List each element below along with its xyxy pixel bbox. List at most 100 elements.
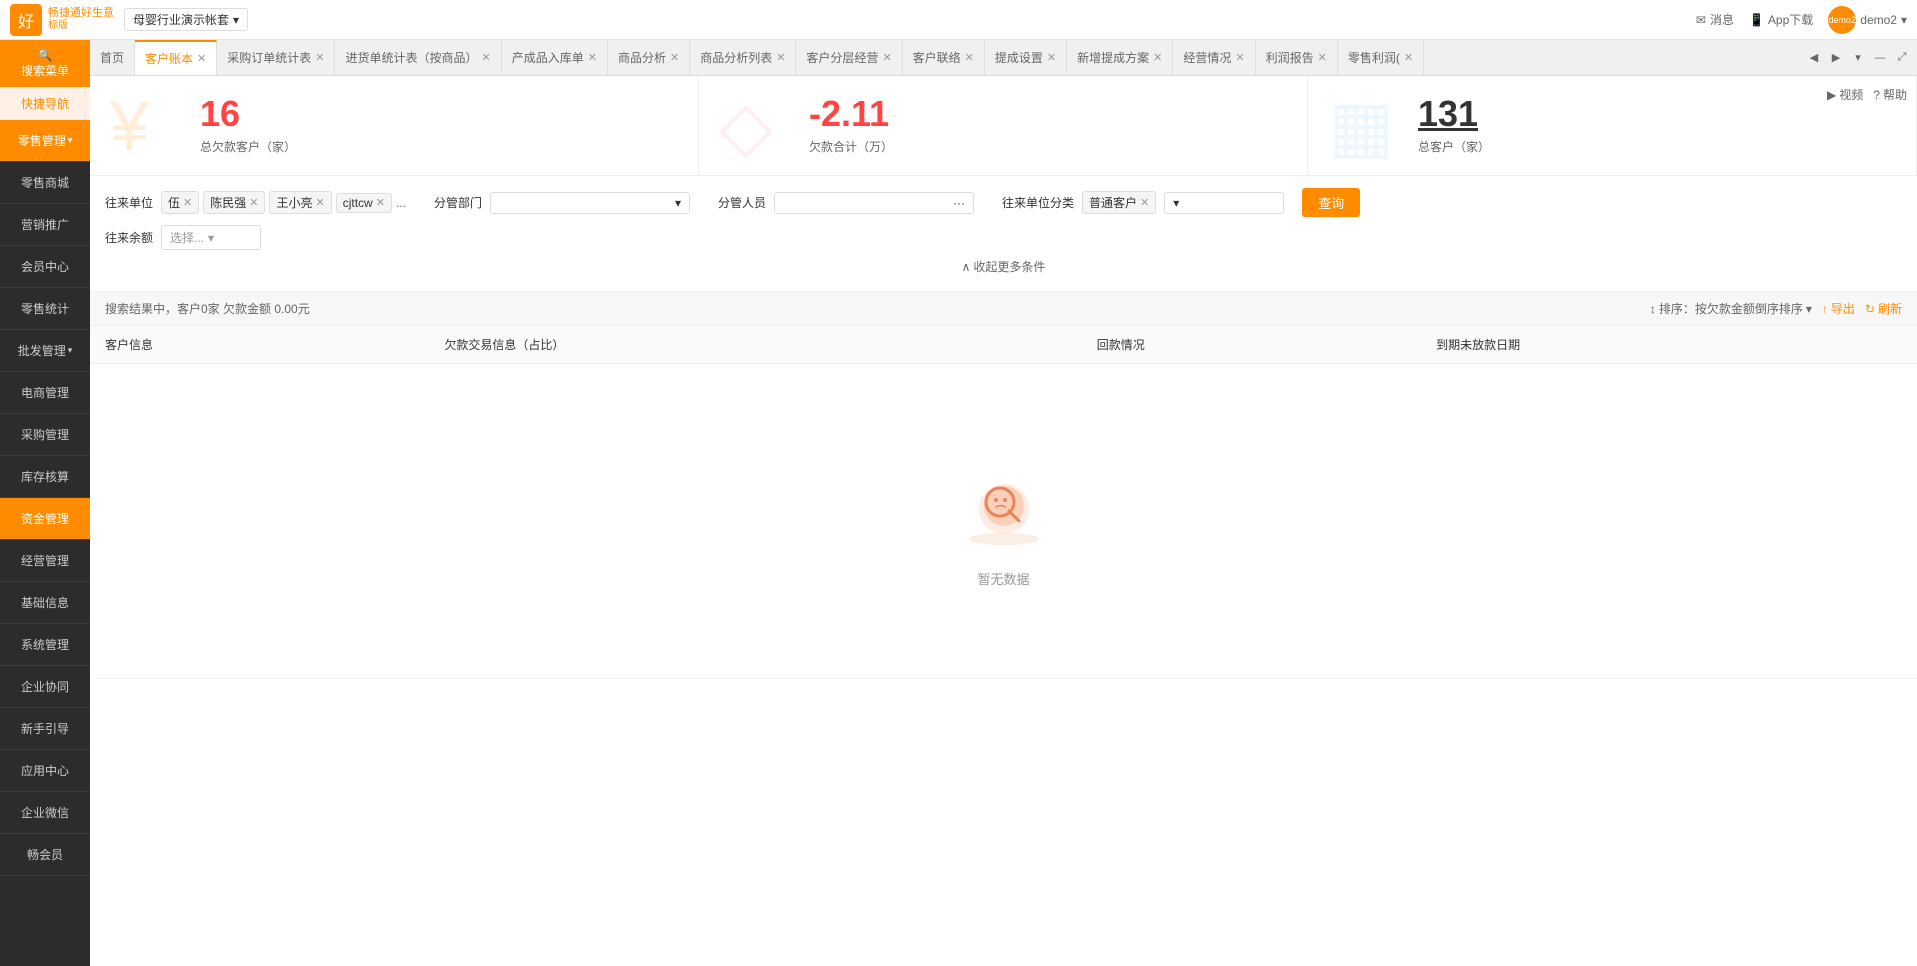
video-help-link[interactable]: ▶ 视频 xyxy=(1827,86,1863,103)
tab-bar: 首页 客户账本 ✕ 采购订单统计表 ✕ 进货单统计表（按商品） ✕ 产成品入库单… xyxy=(90,40,1917,76)
sort-selector[interactable]: ↕ 排序：按欠款金额倒序排序 ▾ xyxy=(1650,300,1812,317)
category-tag-1: 普通客户 ✕ xyxy=(1082,191,1156,214)
tab-close-icon[interactable]: ✕ xyxy=(882,51,891,64)
tab-close-icon[interactable]: ✕ xyxy=(965,51,974,64)
tab-profit-report[interactable]: 利润报告 ✕ xyxy=(1256,40,1338,76)
sidebar-item-app-center[interactable]: 应用中心 xyxy=(0,750,90,792)
sidebar-item-finance[interactable]: 资金管理 xyxy=(0,498,90,540)
stat-total-debt: ◇ -2.11 欠款合计（万） xyxy=(699,76,1308,175)
app-download-button[interactable]: 📱 App下载 xyxy=(1749,11,1813,28)
tab-product-analysis[interactable]: 商品分析 ✕ xyxy=(608,40,690,76)
person-select[interactable]: ··· xyxy=(774,192,974,214)
empty-state: 暂无数据 xyxy=(105,374,1902,668)
tab-close-icon[interactable]: ✕ xyxy=(1153,51,1162,64)
tab-product-inbound[interactable]: 产成品入库单 ✕ xyxy=(502,40,608,76)
tag-close-4[interactable]: ✕ xyxy=(376,196,385,209)
collapse-button[interactable]: ∧ 收起更多条件 xyxy=(962,258,1046,275)
tab-menu-button[interactable]: ▾ xyxy=(1848,48,1868,68)
tab-maximize-button[interactable]: ⤢ xyxy=(1892,48,1912,68)
doc-help-link[interactable]: ? 帮助 xyxy=(1873,86,1907,103)
more-options-icon: ··· xyxy=(953,196,965,210)
download-icon: 📱 xyxy=(1749,13,1764,27)
chevron-down-icon: ▾ xyxy=(208,231,214,245)
tab-customer-account[interactable]: 客户账本 ✕ xyxy=(135,40,217,76)
tab-controls: ◀ ▶ ▾ — ⤢ xyxy=(1799,48,1917,68)
sidebar-item-new-guide[interactable]: 新手引导 xyxy=(0,708,90,750)
sidebar-item-member-center[interactable]: 会员中心 xyxy=(0,246,90,288)
sidebar-item-enterprise-wechat[interactable]: 企业微信 xyxy=(0,792,90,834)
col-due-date: 到期未放款日期 xyxy=(1421,326,1917,364)
tab-close-icon[interactable]: ✕ xyxy=(1404,51,1413,64)
tab-new-promotion-plan[interactable]: 新增提成方案 ✕ xyxy=(1067,40,1173,76)
tab-next-button[interactable]: ▶ xyxy=(1826,48,1846,68)
sidebar-item-wholesale-mgmt[interactable]: 批发管理 ▾ xyxy=(0,330,90,372)
tab-close-icon[interactable]: ✕ xyxy=(315,51,324,64)
tab-home[interactable]: 首页 xyxy=(90,40,135,76)
col-repayment: 回款情况 xyxy=(1082,326,1421,364)
category-select[interactable]: ▾ xyxy=(1164,192,1284,214)
tag-close-2[interactable]: ✕ xyxy=(249,196,258,209)
more-tags-button[interactable]: ... xyxy=(396,196,406,210)
stat-total-customers: ¥ 16 总欠款客户（家） xyxy=(90,76,699,175)
tab-minimize-button[interactable]: — xyxy=(1870,48,1890,68)
balance-input[interactable]: 选择... ▾ xyxy=(161,225,261,250)
store-selector[interactable]: 母婴行业演示帐套 ▾ xyxy=(124,8,248,31)
refresh-button[interactable]: ↻ 刷新 xyxy=(1865,300,1902,317)
tab-close-icon[interactable]: ✕ xyxy=(670,51,679,64)
tab-close-icon[interactable]: ✕ xyxy=(482,51,491,64)
chevron-down-icon: ▾ xyxy=(233,13,239,27)
quick-nav[interactable]: 快捷导航 xyxy=(0,87,90,120)
tab-purchase-order-stats[interactable]: 采购订单统计表 ✕ xyxy=(217,40,335,76)
sidebar-item-ecommerce[interactable]: 电商管理 xyxy=(0,372,90,414)
chevron-icon: ▾ xyxy=(68,345,73,356)
sidebar-item-member-vip[interactable]: 畅会员 xyxy=(0,834,90,876)
sidebar-item-retail-mgmt[interactable]: 零售管理 ▾ xyxy=(0,120,90,162)
dept-select[interactable]: ▾ xyxy=(490,192,690,214)
sidebar-item-purchase[interactable]: 采购管理 xyxy=(0,414,90,456)
sidebar-item-system[interactable]: 系统管理 xyxy=(0,624,90,666)
brand-name: 畅捷通好生意 标版 xyxy=(48,7,114,32)
tab-close-icon[interactable]: ✕ xyxy=(1235,51,1244,64)
sidebar-item-retail-stats[interactable]: 零售统计 xyxy=(0,288,90,330)
category-tags: 普通客户 ✕ xyxy=(1082,191,1156,214)
sort-icon: ↕ xyxy=(1650,302,1656,316)
sidebar-item-enterprise-collab[interactable]: 企业协同 xyxy=(0,666,90,708)
dept-label: 分管部门 xyxy=(434,194,482,211)
message-button[interactable]: ✉ 消息 xyxy=(1696,11,1734,28)
tab-promotion-settings[interactable]: 提成设置 ✕ xyxy=(985,40,1067,76)
sidebar-item-operations[interactable]: 经营管理 xyxy=(0,540,90,582)
tab-prev-button[interactable]: ◀ xyxy=(1804,48,1824,68)
stat-total-clients: ▦ 131 总客户（家） xyxy=(1308,76,1917,175)
page-content: ¥ 16 总欠款客户（家） ◇ -2.11 欠款合计（万） ▦ xyxy=(90,76,1917,966)
tab-inbound-stats[interactable]: 进货单统计表（按商品） ✕ xyxy=(335,40,501,76)
sidebar-item-marketing[interactable]: 营销推广 xyxy=(0,204,90,246)
sidebar-item-inventory[interactable]: 库存核算 xyxy=(0,456,90,498)
user-avatar[interactable]: demo2 demo2 ▾ xyxy=(1828,6,1907,34)
tab-close-icon[interactable]: ✕ xyxy=(1047,51,1056,64)
tab-close-icon[interactable]: ✕ xyxy=(1318,51,1327,64)
sidebar-item-retail-mall[interactable]: 零售商城 xyxy=(0,162,90,204)
tab-retail-profit[interactable]: 零售利润( ✕ xyxy=(1338,40,1424,76)
tab-close-icon[interactable]: ✕ xyxy=(588,51,597,64)
refresh-icon: ↻ xyxy=(1865,302,1875,316)
tab-customer-segment[interactable]: 客户分层经营 ✕ xyxy=(796,40,902,76)
tag-close-3[interactable]: ✕ xyxy=(316,196,325,209)
content-area: 首页 客户账本 ✕ 采购订单统计表 ✕ 进货单统计表（按商品） ✕ 产成品入库单… xyxy=(90,40,1917,966)
sidebar-search[interactable]: 🔍 搜索菜单 xyxy=(0,40,90,87)
tab-close-icon[interactable]: ✕ xyxy=(776,51,785,64)
tag-close-1[interactable]: ✕ xyxy=(183,196,192,209)
stat-label-clients: 总客户（家） xyxy=(1418,138,1490,155)
empty-text: 暂无数据 xyxy=(977,569,1029,588)
tab-product-analysis-list[interactable]: 商品分析列表 ✕ xyxy=(690,40,796,76)
tab-customer-contact[interactable]: 客户联络 ✕ xyxy=(903,40,985,76)
sidebar-item-basic-info[interactable]: 基础信息 xyxy=(0,582,90,624)
search-icon: 🔍 xyxy=(6,48,84,62)
category-tag-close[interactable]: ✕ xyxy=(1140,196,1149,209)
empty-illustration xyxy=(954,454,1054,554)
export-button[interactable]: ↑ 导出 xyxy=(1822,300,1855,317)
brand-logo: 好 畅捷通好生意 标版 xyxy=(10,4,114,36)
tab-business-status[interactable]: 经营情况 ✕ xyxy=(1173,40,1255,76)
tab-close-icon[interactable]: ✕ xyxy=(197,52,206,65)
chevron-icon: ▾ xyxy=(68,135,73,146)
query-button[interactable]: 查询 xyxy=(1302,188,1360,217)
